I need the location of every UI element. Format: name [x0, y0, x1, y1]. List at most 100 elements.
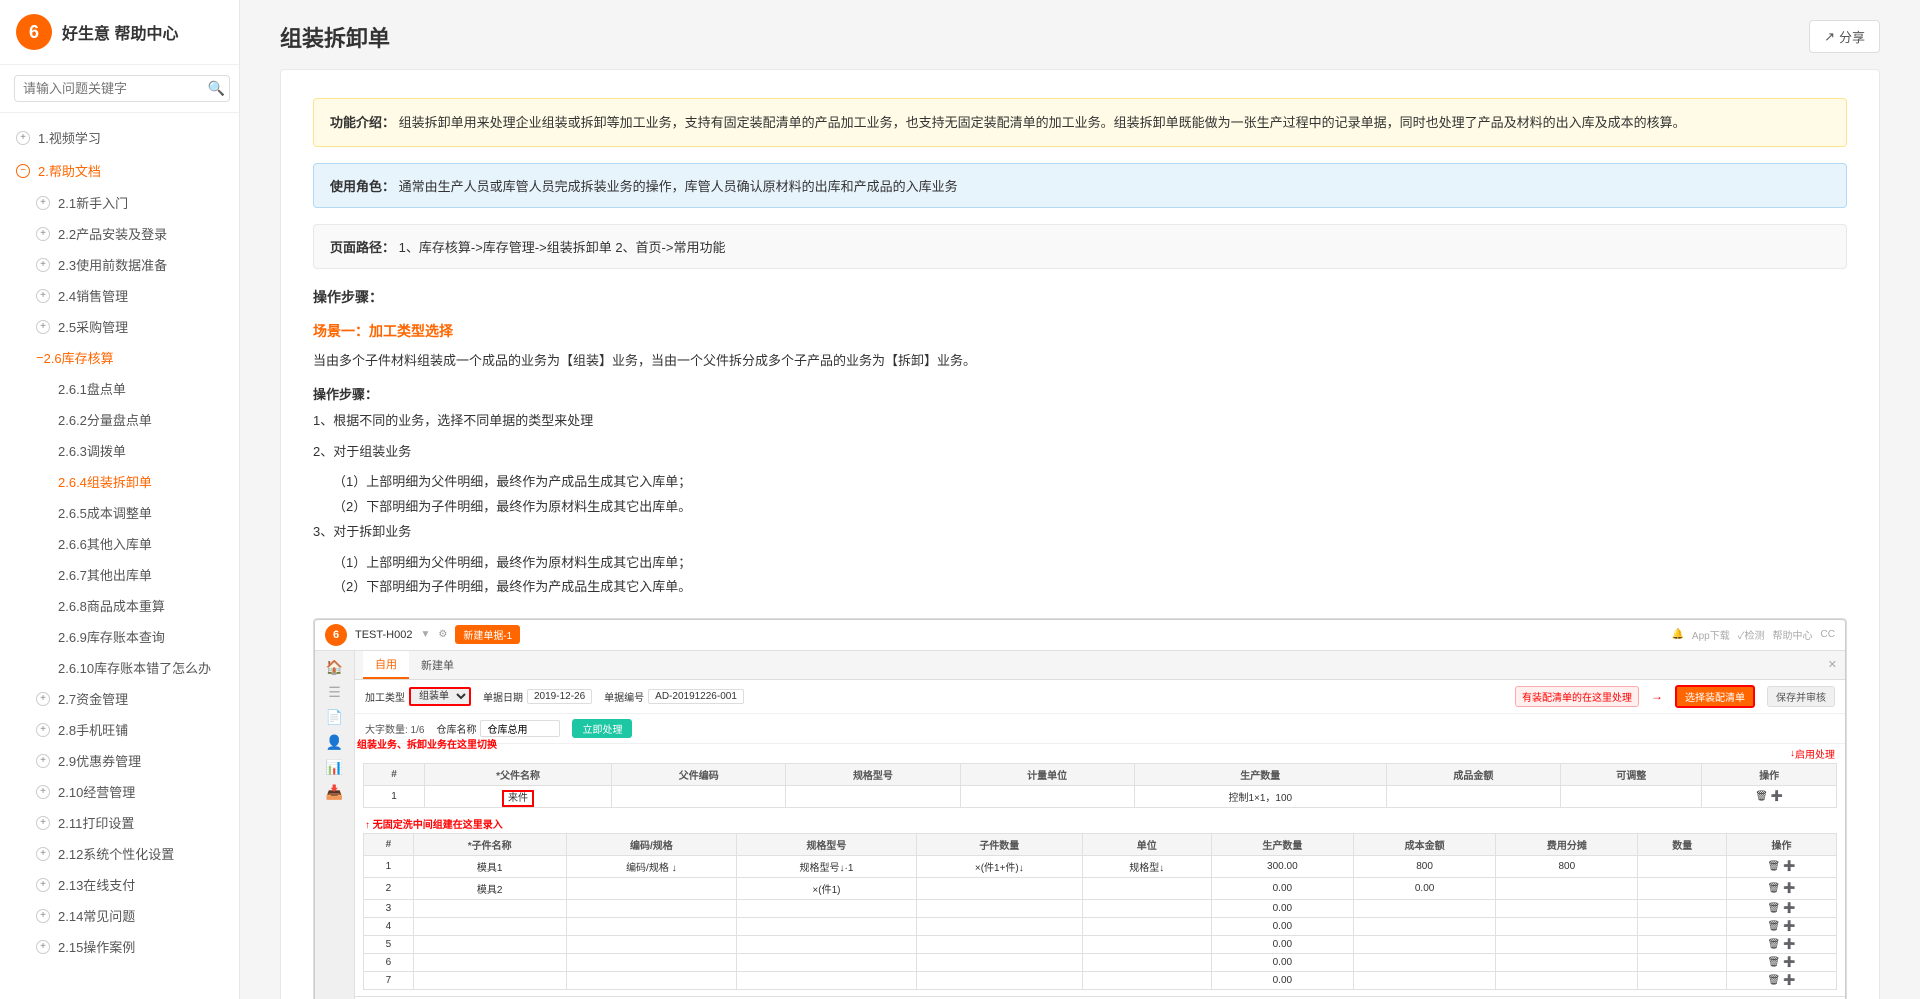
ss-bottom-table-body: 1 模具1 编码/规格 ↓ 规格型号↓·1 ×(件1+件)↓ 规格型↓ 300.… — [364, 855, 1837, 989]
nav-item-25[interactable]: + 2.5采购管理 — [36, 311, 239, 342]
ss-help-icon: 帮助中心 — [1773, 627, 1813, 642]
ss-type-label: 加工类型 — [365, 689, 405, 704]
ss-bth-spec: 规格型号 — [737, 833, 917, 855]
ss-bth-op: 操作 — [1727, 833, 1837, 855]
intro-text: 组装拆卸单用来处理企业组装或拆卸等加工业务，支持有固定装配清单的产品加工业务，也… — [399, 115, 1686, 130]
nav-item-22[interactable]: + 2.2产品安装及登录 — [36, 218, 239, 249]
ss-bth-name: *子件名称 — [413, 833, 566, 855]
nav-item-28[interactable]: + 2.8手机旺铺 — [36, 714, 239, 745]
nav-item-215[interactable]: + 2.15操作案例 — [36, 931, 239, 962]
nav-item-21[interactable]: + 2.1新手入门 — [36, 187, 239, 218]
ss-user-icon: 👤 — [326, 734, 343, 751]
ops-steps-title: 操作步骤： — [313, 384, 1847, 403]
ss-annotation2: 组装业务、拆卸业务在这里切换 — [357, 736, 497, 751]
ss-th-spec: 规格型号 — [786, 763, 960, 785]
nav-child-265[interactable]: 2.6.5成本调整单 — [58, 497, 239, 528]
search-bar: 🔍 — [0, 65, 239, 113]
nav-item-212[interactable]: + 2.12系统个性化设置 — [36, 838, 239, 869]
table-row: 50.00🗑 ➕ — [364, 935, 1837, 953]
ss-doc-icon: 📄 — [326, 709, 343, 726]
scene1-desc: 当由多个子件材料组装成一个成品的业务为【组装】业务，当由一个父件拆分成多个子产品… — [313, 349, 1847, 374]
content-area: 功能介绍： 组装拆卸单用来处理企业组装或拆卸等加工业务，支持有固定装配清单的产品… — [280, 69, 1880, 999]
nav-item-213[interactable]: + 2.13在线支付 — [36, 869, 239, 900]
ss-bth-alloc: 费用分摊 — [1496, 833, 1638, 855]
table-row: 40.00🗑 ➕ — [364, 917, 1837, 935]
nav-item-210[interactable]: + 2.10经营管理 — [36, 776, 239, 807]
nav-item-27[interactable]: + 2.7资金管理 — [36, 683, 239, 714]
ss-annotation3: 启用处理 — [1795, 746, 1835, 761]
search-input[interactable] — [14, 75, 230, 102]
expand-icon-video: + — [16, 131, 30, 145]
ss-dropdown-icon: ▼ — [420, 629, 430, 640]
ss-bottom-header-row: # *子件名称 编码/规格 规格型号 子件数量 单位 生产数量 成本金额 费用分 — [364, 833, 1837, 855]
ss-bth-num: 数量 — [1638, 833, 1727, 855]
nav-child-263[interactable]: 2.6.3调拨单 — [58, 435, 239, 466]
expand-icon-212: + — [36, 847, 50, 861]
ss-select-bom-btn[interactable]: 选择装配清单 — [1675, 685, 1755, 708]
ss-btd-alloc1: 800 — [1496, 855, 1638, 877]
nav-child-2610[interactable]: 2.6.10库存账本错了怎么办 — [58, 652, 239, 683]
expand-icon-23: + — [36, 258, 50, 272]
ss-tab-new[interactable]: 新建单 — [409, 652, 466, 678]
ss-date-label: 单据日期 — [483, 689, 523, 704]
ss-top-table-head: # *父件名称 父件编码 规格型号 计量单位 生产数量 成品金额 可调整 操作 — [364, 763, 1837, 785]
ss-td-seq: 1 — [364, 785, 425, 807]
nav-child-261[interactable]: 2.6.1盘点单 — [58, 373, 239, 404]
logo-icon: 6 — [16, 14, 52, 50]
nav-item-29[interactable]: + 2.9优惠券管理 — [36, 745, 239, 776]
ss-close-icon: ✕ — [1828, 658, 1837, 671]
expand-icon-25: + — [36, 320, 50, 334]
ss-annotation1: 有装配清单的在这里处理 — [1515, 686, 1639, 707]
nav-child-266[interactable]: 2.6.6其他入库单 — [58, 528, 239, 559]
nav-group-title-docs[interactable]: − 2.帮助文档 — [0, 154, 239, 187]
nav-item-214[interactable]: + 2.14常见问题 — [36, 900, 239, 931]
nav-group-title-video[interactable]: + 1.视频学习 — [0, 121, 239, 154]
step3-2: （2）下部明细为子件明细，最终作为产成品生成其它入库单。 — [333, 575, 1847, 600]
ss-arrow1: → — [1651, 689, 1663, 703]
search-icon[interactable]: 🔍 — [208, 80, 225, 97]
ss-type-select[interactable]: 组装单 拆卸单 — [409, 687, 471, 706]
nav-item-26[interactable]: − 2.6库存核算 — [36, 342, 239, 373]
share-button[interactable]: ↗ 分享 — [1809, 20, 1880, 53]
ss-warehouse-input[interactable] — [480, 720, 560, 737]
nav-child-268[interactable]: 2.6.8商品成本重算 — [58, 590, 239, 621]
ss-top-table-wrap: # *父件名称 父件编码 规格型号 计量单位 生产数量 成品金额 可调整 操作 — [355, 763, 1845, 814]
ss-action-btn[interactable]: 保存并审核 — [1767, 686, 1835, 707]
ops-title: 操作步骤： — [313, 287, 1847, 307]
ss-bth-seq: # — [364, 833, 414, 855]
nav-item-23[interactable]: + 2.3使用前数据准备 — [36, 249, 239, 280]
intro-block: 功能介绍： 组装拆卸单用来处理企业组装或拆卸等加工业务，支持有固定装配清单的产品… — [313, 98, 1847, 147]
nav-child-269[interactable]: 2.6.9库存账本查询 — [58, 621, 239, 652]
ss-th-unit: 计量单位 — [960, 763, 1134, 785]
ss-chart-icon: 📊 — [326, 759, 343, 776]
ss-btd-code2 — [566, 877, 737, 899]
table-row: 70.00🗑 ➕ — [364, 971, 1837, 989]
table-row: 1 模具1 编码/规格 ↓ 规格型号↓·1 ×(件1+件)↓ 规格型↓ 300.… — [364, 855, 1837, 877]
ss-side-icons: 🏠 ☰ 📄 👤 📊 📥 — [315, 651, 355, 999]
ss-btd-num1 — [1638, 855, 1727, 877]
ss-td-adjust — [1561, 785, 1702, 807]
nav-item-24[interactable]: + 2.4销售管理 — [36, 280, 239, 311]
ss-bth-unit: 单位 — [1082, 833, 1211, 855]
main-content: 组装拆卸单 ↗ 分享 功能介绍： 组装拆卸单用来处理企业组装或拆卸等加工业务，支… — [240, 0, 1920, 999]
ss-bth-code: 编码/规格 — [566, 833, 737, 855]
ss-tab-self[interactable]: 自用 — [363, 651, 409, 679]
nav-child-267[interactable]: 2.6.7其他出库单 — [58, 559, 239, 590]
nav-child-262[interactable]: 2.6.2分量盘点单 — [58, 404, 239, 435]
nav-item-211[interactable]: + 2.11打印设置 — [36, 807, 239, 838]
ss-btd-prodqty2: 0.00 — [1211, 877, 1353, 899]
ss-bth-cost: 成本金额 — [1353, 833, 1495, 855]
ss-confirm-btn[interactable]: 立即处理 — [572, 719, 632, 738]
ss-code-label: 单据编号 — [604, 689, 644, 704]
expand-icon-215: + — [36, 940, 50, 954]
expand-icon-22: + — [36, 227, 50, 241]
ss-bottom-table-wrap: # *子件名称 编码/规格 规格型号 子件数量 单位 生产数量 成本金额 费用分 — [355, 833, 1845, 996]
ss-new-doc-btn[interactable]: 新建单据-1 — [455, 625, 520, 644]
ss-td-unit — [960, 785, 1134, 807]
nav-child-264[interactable]: 2.6.4组装拆卸单 — [58, 466, 239, 497]
expand-icon-24: + — [36, 289, 50, 303]
ss-btd-cost1: 800 — [1353, 855, 1495, 877]
ss-btd-alloc2 — [1496, 877, 1638, 899]
ss-btd-seq2: 2 — [364, 877, 414, 899]
ss-td-qty1: 控制1×1，100 — [1134, 785, 1386, 807]
